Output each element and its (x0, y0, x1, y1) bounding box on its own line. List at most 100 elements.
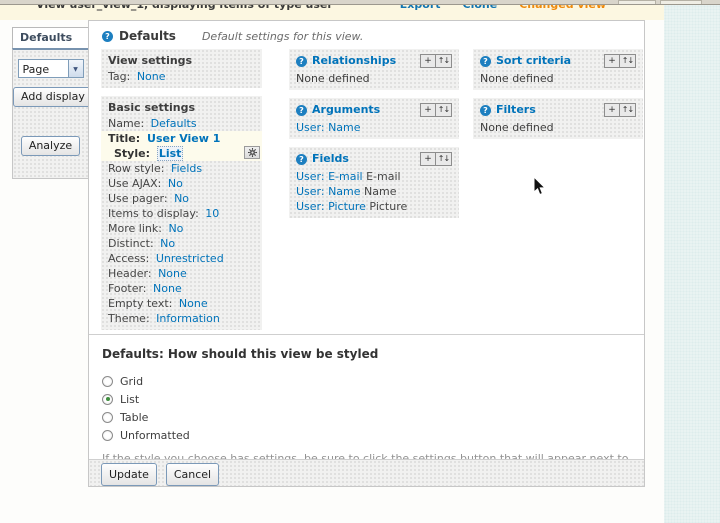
relationships-empty: None defined (296, 71, 452, 86)
browser-tab-remnant (660, 0, 702, 4)
argument-user-name-link[interactable]: User: Name (296, 121, 361, 134)
tag-label: Tag: (108, 70, 130, 83)
rearrange-sorts-button[interactable]: ↑↓ (620, 55, 635, 67)
style-option-unformatted[interactable]: Unformatted (102, 426, 630, 444)
more-link-value-link[interactable]: No (168, 222, 183, 235)
style-option-table[interactable]: Table (102, 408, 630, 426)
changed-view-link[interactable]: Changed view (519, 5, 606, 12)
row-style-value-link[interactable]: Fields (171, 162, 202, 175)
style-option-list[interactable]: List (102, 390, 630, 408)
setting-row: Use AJAX: No (108, 176, 255, 191)
fields-block: ? Fields + ↑↓ User: E-mail E-mail User: … (289, 147, 459, 218)
cancel-button[interactable]: Cancel (166, 463, 219, 486)
tab-defaults[interactable]: Defaults (12, 27, 89, 48)
setting-row: Name: Defaults (108, 116, 255, 131)
setting-row: Empty text: None (108, 296, 255, 311)
style-option-grid[interactable]: Grid (102, 372, 630, 390)
help-icon[interactable]: ? (296, 154, 307, 165)
clone-link[interactable]: Clone (463, 5, 498, 12)
setting-row: Footer: None (108, 281, 255, 296)
theme-value-link[interactable]: Information (156, 312, 220, 325)
argument-item: User: Name (296, 120, 452, 135)
add-field-button[interactable]: + (421, 153, 436, 165)
arguments-title-link[interactable]: Arguments (312, 102, 380, 118)
rearrange-fields-button[interactable]: ↑↓ (436, 153, 451, 165)
tag-value-link[interactable]: None (137, 70, 166, 83)
fields-title-link[interactable]: Fields (312, 151, 349, 167)
field-label: E-mail (366, 170, 401, 183)
add-sort-button[interactable]: + (605, 55, 620, 67)
update-button[interactable]: Update (101, 463, 157, 486)
export-link[interactable]: Export (400, 5, 441, 12)
field-user-email-link[interactable]: User: E-mail (296, 170, 363, 183)
title-value-link[interactable]: User View 1 (147, 132, 220, 145)
setting-row: Header: None (108, 266, 255, 281)
help-icon[interactable]: ? (296, 105, 307, 116)
style-settings-gear-icon[interactable] (244, 146, 260, 159)
radio-list[interactable] (102, 394, 113, 405)
add-display-button[interactable]: Add display (13, 87, 93, 107)
sort-criteria-empty: None defined (480, 71, 636, 86)
setting-row-title-changed: Title: User View 1 (101, 131, 262, 146)
column-middle: ? Relationships + ↑↓ None defined ? Argu… (289, 49, 459, 226)
empty-text-value-link[interactable]: None (179, 297, 208, 310)
field-user-name-link[interactable]: User: Name (296, 185, 361, 198)
field-label: Name (364, 185, 396, 198)
help-icon[interactable]: ? (102, 31, 113, 42)
radio-table[interactable] (102, 412, 113, 423)
view-settings-block: View settings Tag: None (101, 49, 262, 88)
sort-criteria-title-link[interactable]: Sort criteria (496, 53, 571, 69)
style-options: Grid List Table Unformatted (102, 372, 630, 444)
filters-title-link[interactable]: Filters (496, 102, 536, 118)
footer-value-link[interactable]: None (153, 282, 182, 295)
rearrange-arguments-button[interactable]: ↑↓ (436, 104, 451, 116)
view-banner: View user_view_1, displaying items of ty… (0, 5, 664, 20)
setting-row-style-changed: Style: List (101, 146, 262, 161)
chevron-down-icon: ▼ (68, 60, 83, 77)
add-filter-button[interactable]: + (605, 104, 620, 116)
header-value-link[interactable]: None (158, 267, 187, 280)
radio-unformatted[interactable] (102, 430, 113, 441)
setting-row: More link: No (108, 221, 255, 236)
view-title: View user_view_1, displaying items of ty… (36, 5, 333, 12)
column-settings: View settings Tag: None Basic settings N… (101, 49, 262, 338)
view-settings-title: View settings (108, 53, 255, 69)
setting-row: Items to display: 10 (108, 206, 255, 221)
field-item: User: Name Name (296, 184, 452, 199)
basic-settings-title: Basic settings (108, 100, 255, 116)
setting-row: Use pager: No (108, 191, 255, 206)
rearrange-filters-button[interactable]: ↑↓ (620, 104, 635, 116)
form-divider (89, 334, 644, 335)
panel-subheading: Default settings for this view. (202, 30, 363, 43)
analyze-button[interactable]: Analyze (21, 136, 80, 156)
add-argument-button[interactable]: + (421, 104, 436, 116)
relationships-title-link[interactable]: Relationships (312, 53, 396, 69)
panel-header: ? Defaults Default settings for this vie… (102, 29, 363, 43)
setting-row: Distinct: No (108, 236, 255, 251)
style-value-link[interactable]: List (157, 146, 184, 161)
use-ajax-value-link[interactable]: No (168, 177, 183, 190)
distinct-value-link[interactable]: No (160, 237, 175, 250)
help-icon[interactable]: ? (480, 56, 491, 67)
field-item: User: E-mail E-mail (296, 169, 452, 184)
rearrange-relationships-button[interactable]: ↑↓ (436, 55, 451, 67)
setting-row: Access: Unrestricted (108, 251, 255, 266)
field-label: Picture (369, 200, 407, 213)
radio-grid[interactable] (102, 376, 113, 387)
help-icon[interactable]: ? (296, 56, 307, 67)
use-pager-value-link[interactable]: No (174, 192, 189, 205)
arguments-block: ? Arguments + ↑↓ User: Name (289, 98, 459, 139)
display-type-select[interactable]: Page ▼ (18, 59, 84, 78)
add-relationship-button[interactable]: + (421, 55, 436, 67)
items-to-display-value-link[interactable]: 10 (205, 207, 219, 220)
display-type-value: Page (19, 60, 68, 77)
name-value-link[interactable]: Defaults (151, 117, 197, 130)
form-actions: Update Cancel (89, 459, 644, 486)
page-background-strip (664, 5, 720, 523)
field-user-picture-link[interactable]: User: Picture (296, 200, 366, 213)
help-icon[interactable]: ? (480, 105, 491, 116)
access-value-link[interactable]: Unrestricted (156, 252, 224, 265)
field-item: User: Picture Picture (296, 199, 452, 214)
panel-heading: Defaults (119, 29, 176, 43)
display-sidebar: Defaults Page ▼ Add display Analyze (12, 27, 89, 179)
